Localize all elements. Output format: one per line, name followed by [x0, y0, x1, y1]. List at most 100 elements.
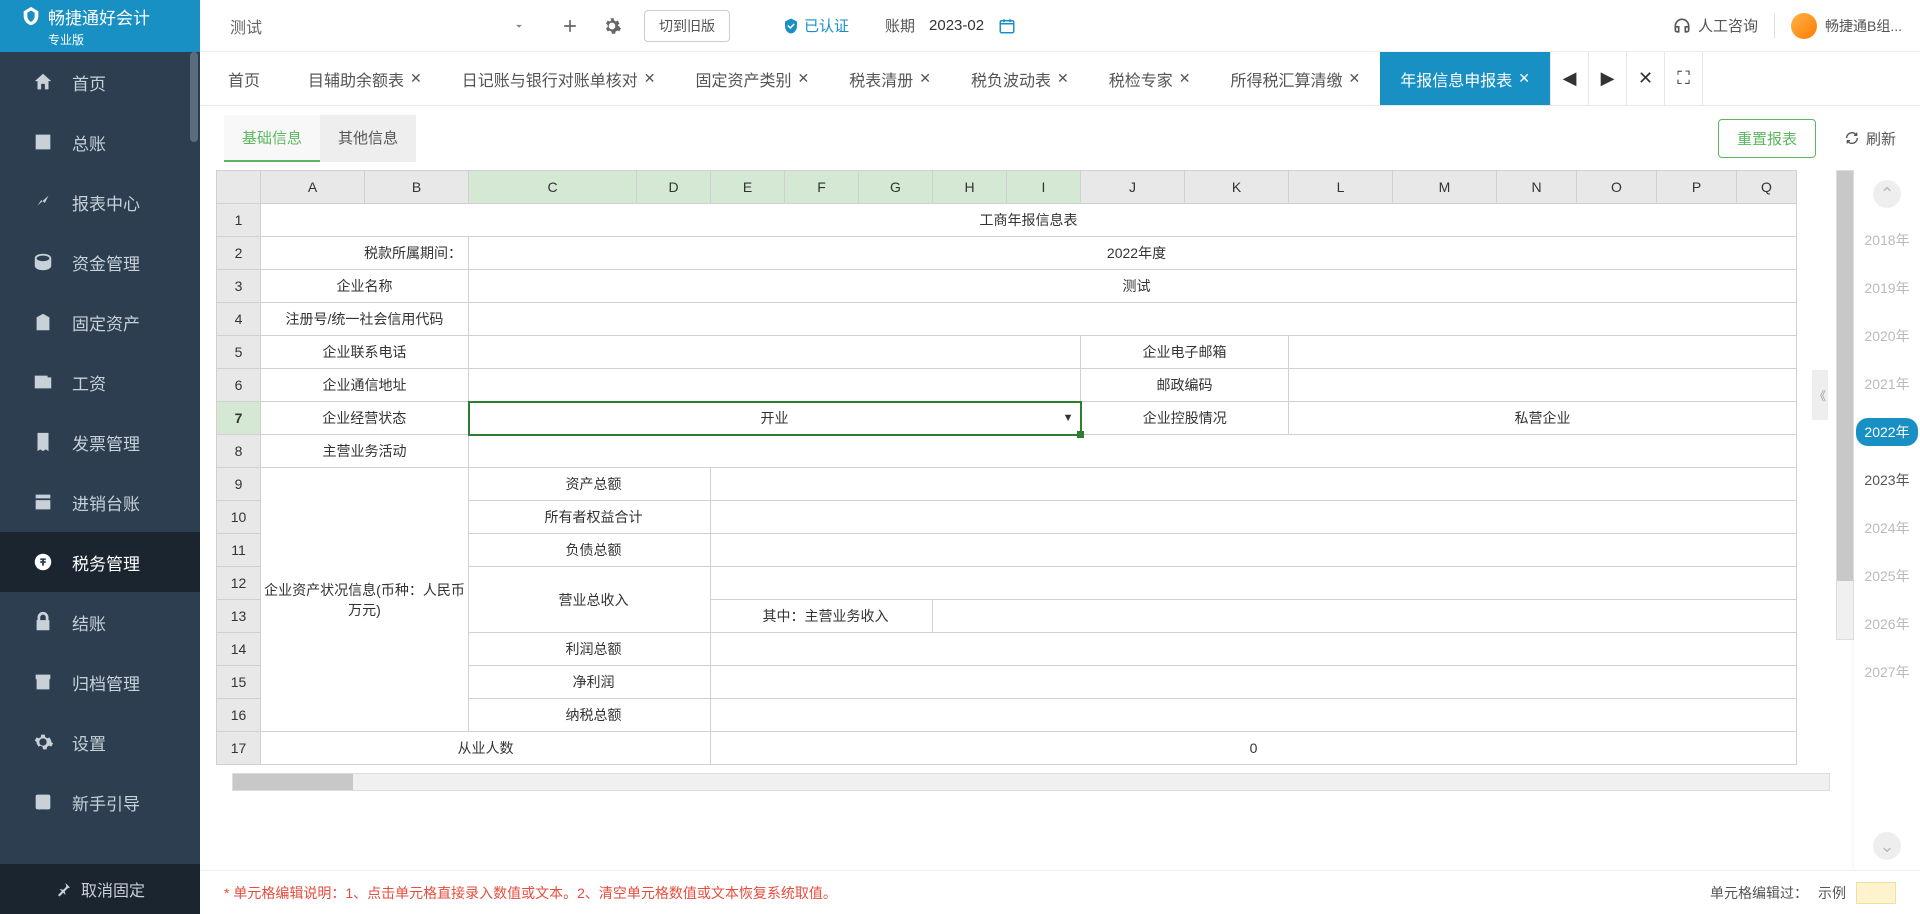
close-icon[interactable]: ✕ [1179, 70, 1191, 87]
sidebar-item-ledger[interactable]: 总账 [0, 112, 200, 172]
sidebar-item-inventory[interactable]: 进销台账 [0, 472, 200, 532]
row-header[interactable]: 6 [217, 369, 261, 402]
cell[interactable] [711, 534, 1797, 567]
col-header[interactable]: C [469, 171, 637, 204]
tab-item[interactable]: 目辅助余额表✕ [288, 52, 442, 105]
col-header[interactable]: K [1185, 171, 1289, 204]
year-down-button[interactable]: ⌄ [1873, 832, 1901, 860]
cell-section[interactable]: 企业资产状况信息(币种：人民币万元) [261, 468, 469, 732]
col-header[interactable]: H [933, 171, 1007, 204]
sub-tab-other[interactable]: 其他信息 [320, 115, 416, 162]
cell[interactable] [711, 567, 1797, 600]
scrollbar-thumb[interactable] [1837, 171, 1853, 581]
row-header[interactable]: 13 [217, 600, 261, 633]
col-header[interactable]: D [637, 171, 711, 204]
tab-home[interactable]: 首页 [200, 52, 288, 105]
sidebar-item-archive[interactable]: 归档管理 [0, 652, 200, 712]
year-option[interactable]: 2023年 [1856, 466, 1917, 494]
plus-icon[interactable] [560, 16, 580, 36]
col-header[interactable]: P [1657, 171, 1737, 204]
collapse-handle[interactable]: 《 [1812, 370, 1828, 420]
col-header[interactable]: F [785, 171, 859, 204]
sidebar-item-funds[interactable]: 资金管理 [0, 232, 200, 292]
col-header[interactable]: L [1289, 171, 1393, 204]
year-option[interactable]: 2026年 [1856, 610, 1917, 638]
col-header[interactable]: N [1497, 171, 1577, 204]
sidebar-item-closing[interactable]: 结账 [0, 592, 200, 652]
cell[interactable]: 营业总收入 [469, 567, 711, 633]
row-header[interactable]: 15 [217, 666, 261, 699]
tabs-close-button[interactable]: ✕ [1627, 52, 1665, 105]
close-icon[interactable]: ✕ [1349, 70, 1361, 87]
sidebar-item-guide[interactable]: 新手引导 [0, 772, 200, 832]
cell[interactable]: 主营业务活动 [261, 435, 469, 468]
cell[interactable] [469, 435, 1797, 468]
year-option[interactable]: 2021年 [1856, 370, 1917, 398]
year-option[interactable]: 2027年 [1856, 658, 1917, 686]
spreadsheet[interactable]: A B C D E F G H I J K L M N O [200, 170, 1854, 870]
close-icon[interactable]: ✕ [644, 70, 656, 87]
close-icon[interactable]: ✕ [410, 70, 422, 87]
col-header[interactable]: O [1577, 171, 1657, 204]
cell[interactable] [711, 468, 1797, 501]
row-header[interactable]: 1 [217, 204, 261, 237]
col-header[interactable]: J [1081, 171, 1185, 204]
cell[interactable]: 净利润 [469, 666, 711, 699]
tab-item-active[interactable]: 年报信息申报表✕ [1380, 52, 1550, 105]
col-header[interactable]: Q [1737, 171, 1797, 204]
row-header[interactable]: 3 [217, 270, 261, 303]
tab-item[interactable]: 日记账与银行对账单核对✕ [442, 52, 676, 105]
row-header[interactable]: 4 [217, 303, 261, 336]
cell[interactable]: 其中：主营业务收入 [711, 600, 933, 633]
selected-cell-dropdown[interactable]: 开业▼ [469, 402, 1081, 435]
cell[interactable]: 企业名称 [261, 270, 469, 303]
cell[interactable] [1289, 369, 1797, 402]
cell[interactable] [711, 633, 1797, 666]
chevron-down-icon[interactable]: ▼ [1063, 412, 1074, 424]
cell[interactable] [711, 699, 1797, 732]
sidebar-item-salary[interactable]: 工资 [0, 352, 200, 412]
cell[interactable] [711, 666, 1797, 699]
cell[interactable]: 注册号/统一社会信用代码 [261, 303, 469, 336]
calendar-icon[interactable] [998, 17, 1016, 35]
tab-item[interactable]: 固定资产类别✕ [676, 52, 830, 105]
cell[interactable] [711, 501, 1797, 534]
cell[interactable] [469, 303, 1797, 336]
tabs-expand-button[interactable]: ⛶ [1665, 52, 1703, 105]
cell[interactable]: 资产总额 [469, 468, 711, 501]
cell[interactable]: 测试 [469, 270, 1797, 303]
year-option[interactable]: 2022年 [1856, 418, 1917, 446]
sidebar-item-settings[interactable]: 设置 [0, 712, 200, 772]
sidebar-item-tax[interactable]: 税务管理 [0, 532, 200, 592]
sidebar-item-home[interactable]: 首页 [0, 52, 200, 112]
cell[interactable]: 企业经营状态 [261, 402, 469, 435]
cell[interactable]: 所有者权益合计 [469, 501, 711, 534]
cell[interactable]: 企业控股情况 [1081, 402, 1289, 435]
row-header[interactable]: 11 [217, 534, 261, 567]
tab-item[interactable]: 税表清册✕ [829, 52, 951, 105]
cell[interactable]: 企业通信地址 [261, 369, 469, 402]
row-header[interactable]: 17 [217, 732, 261, 765]
sidebar-item-invoice[interactable]: 发票管理 [0, 412, 200, 472]
cell[interactable] [469, 369, 1081, 402]
year-option[interactable]: 2024年 [1856, 514, 1917, 542]
row-header[interactable]: 9 [217, 468, 261, 501]
scrollbar-thumb[interactable] [233, 774, 353, 790]
year-option[interactable]: 2018年 [1856, 226, 1917, 254]
cell[interactable]: 纳税总额 [469, 699, 711, 732]
cell[interactable] [933, 600, 1797, 633]
row-header[interactable]: 5 [217, 336, 261, 369]
row-header[interactable]: 12 [217, 567, 261, 600]
col-header[interactable]: G [859, 171, 933, 204]
cell[interactable] [1289, 336, 1797, 369]
sub-tab-basic[interactable]: 基础信息 [224, 115, 320, 162]
cell[interactable]: 私营企业 [1289, 402, 1797, 435]
tabs-prev-button[interactable]: ◀ [1551, 52, 1589, 105]
col-header[interactable]: I [1007, 171, 1081, 204]
col-header[interactable]: B [365, 171, 469, 204]
corner-cell[interactable] [217, 171, 261, 204]
tab-item[interactable]: 税负波动表✕ [951, 52, 1089, 105]
consult-button[interactable]: 人工咨询 [1672, 15, 1758, 36]
company-select[interactable]: 测试 [230, 14, 540, 38]
close-icon[interactable]: ✕ [798, 70, 810, 87]
